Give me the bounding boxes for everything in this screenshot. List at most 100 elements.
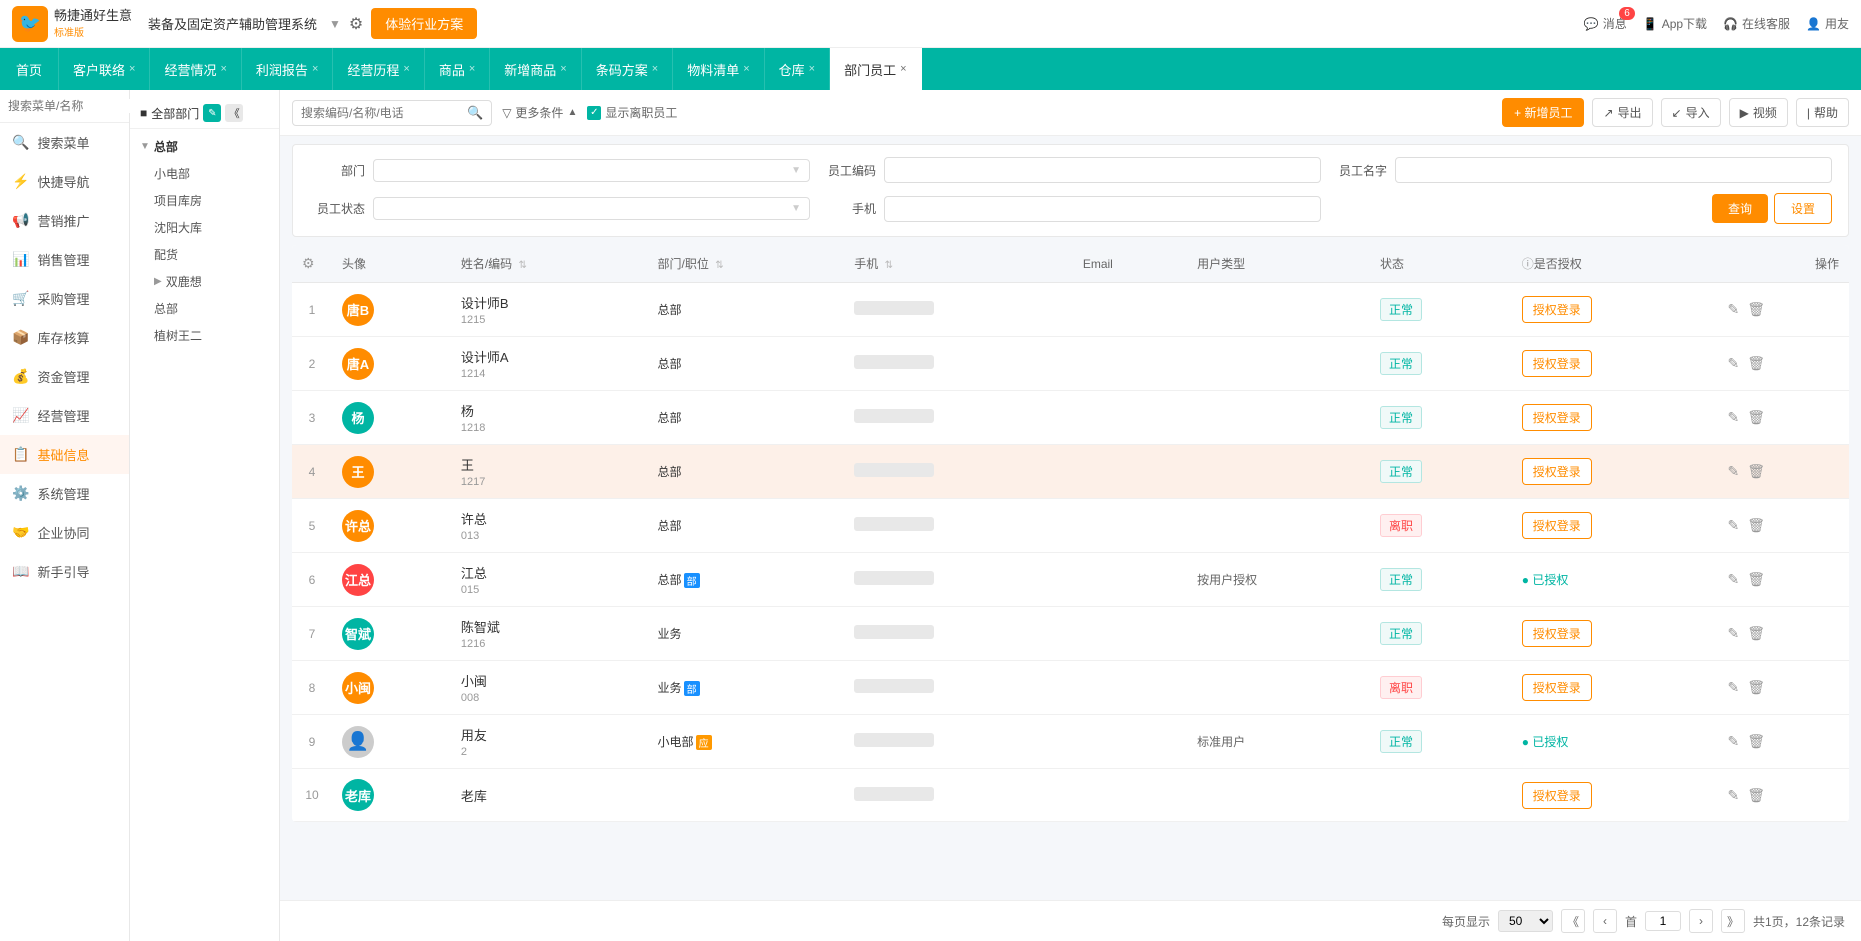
sort-dept-icon[interactable]: ⇅ [715, 260, 723, 271]
nav-item-barcode[interactable]: 条码方案 × [582, 48, 673, 90]
auth-login-button[interactable]: 授权登录 [1522, 404, 1592, 431]
user-button[interactable]: 👤 用友 [1806, 15, 1849, 32]
app-download-button[interactable]: 📱 App下载 [1643, 15, 1707, 32]
nav-item-warehouse[interactable]: 仓库 × [765, 48, 830, 90]
help-button[interactable]: | 帮助 [1796, 98, 1849, 127]
edit-icon[interactable]: ✎ [1727, 787, 1739, 804]
delete-icon[interactable]: 🗑 [1747, 625, 1765, 642]
edit-icon[interactable]: ✎ [1727, 679, 1739, 696]
sidebar-item-cooperation[interactable]: 🤝 企业协同 [0, 513, 129, 552]
service-button[interactable]: 🎧 在线客服 [1723, 15, 1790, 32]
auth-login-button[interactable]: 授权登录 [1522, 674, 1592, 701]
dept-edit-button[interactable]: ✎ [203, 104, 221, 122]
edit-icon[interactable]: ✎ [1727, 355, 1739, 372]
dept-node-headquarters[interactable]: ▼ 总部 [130, 133, 279, 160]
nav-close-barcode[interactable]: × [652, 63, 658, 75]
sidebar-item-business[interactable]: 📈 经营管理 [0, 396, 129, 435]
name-filter-input[interactable] [1395, 157, 1832, 183]
nav-close-operation[interactable]: × [220, 63, 226, 75]
delete-icon[interactable]: 🗑 [1747, 355, 1765, 372]
sidebar-item-marketing[interactable]: 📢 营销推广 [0, 201, 129, 240]
edit-icon[interactable]: ✎ [1727, 733, 1739, 750]
delete-icon[interactable]: 🗑 [1747, 301, 1765, 318]
sidebar-item-nav[interactable]: ⚡ 快捷导航 [0, 162, 129, 201]
delete-icon[interactable]: 🗑 [1747, 679, 1765, 696]
edit-icon[interactable]: ✎ [1727, 301, 1739, 318]
nav-item-history[interactable]: 经营历程 × [333, 48, 424, 90]
auth-login-button[interactable]: 授权登录 [1522, 782, 1592, 809]
delete-icon[interactable]: 🗑 [1747, 463, 1765, 480]
sidebar-item-finance[interactable]: 💰 资金管理 [0, 357, 129, 396]
prev-page-button[interactable]: ‹ [1593, 909, 1617, 933]
nav-item-staff[interactable]: 部门员工 × [830, 48, 921, 90]
view-button[interactable]: ▶ 视频 [1729, 98, 1788, 127]
sort-phone-icon[interactable]: ⇅ [885, 260, 893, 271]
edit-icon[interactable]: ✎ [1727, 517, 1739, 534]
delete-icon[interactable]: 🗑 [1747, 787, 1765, 804]
delete-icon[interactable]: 🗑 [1747, 571, 1765, 588]
sidebar-item-guide[interactable]: 📖 新手引导 [0, 552, 129, 591]
set-button[interactable]: 设置 [1774, 193, 1832, 224]
nav-close-bom[interactable]: × [743, 63, 749, 75]
import-button[interactable]: ↙ 导入 [1661, 98, 1721, 127]
nav-close-staff[interactable]: × [900, 63, 906, 75]
phone-filter-input[interactable] [884, 196, 1321, 222]
delete-icon[interactable]: 🗑 [1747, 733, 1765, 750]
search-input[interactable] [301, 106, 461, 120]
nav-item-profit[interactable]: 利润报告 × [242, 48, 333, 90]
first-page-button[interactable]: 《 [1561, 909, 1585, 933]
nav-close-profit[interactable]: × [312, 63, 318, 75]
sidebar-item-inventory[interactable]: 📦 库存核算 [0, 318, 129, 357]
nav-close-customer[interactable]: × [129, 63, 135, 75]
status-filter-select[interactable]: ▼ [373, 197, 810, 220]
sidebar-item-purchase[interactable]: 🛒 采购管理 [0, 279, 129, 318]
edit-icon[interactable]: ✎ [1727, 463, 1739, 480]
system-dropdown-arrow[interactable]: ▼ [329, 17, 341, 31]
code-filter-input[interactable] [884, 157, 1321, 183]
edit-icon[interactable]: ✎ [1727, 625, 1739, 642]
export-button[interactable]: ↗ 导出 [1592, 98, 1652, 127]
auth-login-button[interactable]: 授权登录 [1522, 350, 1592, 377]
dept-collapse-button[interactable]: 《 [225, 104, 243, 122]
page-number-input[interactable] [1645, 911, 1681, 931]
auth-login-button[interactable]: 授权登录 [1522, 458, 1592, 485]
dept-node-zongbu[interactable]: 总部 [130, 295, 279, 322]
dept-node-shuanglu[interactable]: ▶ 双鹿想 [130, 268, 279, 295]
nav-close-goods[interactable]: × [469, 63, 475, 75]
dept-node-project[interactable]: 项目库房 [130, 187, 279, 214]
trial-button[interactable]: 体验行业方案 [371, 8, 477, 39]
delete-icon[interactable]: 🗑 [1747, 409, 1765, 426]
nav-item-bom[interactable]: 物料清单 × [673, 48, 764, 90]
message-button[interactable]: 💬 消息 6 [1584, 15, 1627, 32]
show-resign-toggle[interactable]: ✓ 显示离职员工 [587, 104, 677, 121]
nav-item-goods[interactable]: 商品 × [425, 48, 490, 90]
per-page-select[interactable]: 50 100 200 [1498, 910, 1553, 932]
auth-login-button[interactable]: 授权登录 [1522, 620, 1592, 647]
col-settings-icon[interactable]: ⚙ [302, 255, 315, 271]
sort-name-icon[interactable]: ⇅ [519, 260, 527, 271]
sidebar-item-sales[interactable]: 📊 销售管理 [0, 240, 129, 279]
sidebar-item-system[interactable]: ⚙️ 系统管理 [0, 474, 129, 513]
settings-icon[interactable]: ⚙ [349, 14, 363, 34]
nav-item-addgoods[interactable]: 新增商品 × [490, 48, 581, 90]
nav-item-home[interactable]: 首页 [0, 48, 59, 90]
query-button[interactable]: 查询 [1712, 194, 1768, 223]
next-page-button[interactable]: › [1689, 909, 1713, 933]
last-page-button[interactable]: 》 [1721, 909, 1745, 933]
dept-node-zhishu[interactable]: 植树王二 [130, 322, 279, 349]
sidebar-item-basic[interactable]: 📋 基础信息 [0, 435, 129, 474]
dept-node-shenyang[interactable]: 沈阳大库 [130, 214, 279, 241]
delete-icon[interactable]: 🗑 [1747, 517, 1765, 534]
dept-node-delivery[interactable]: 配货 [130, 241, 279, 268]
nav-item-customer[interactable]: 客户联络 × [59, 48, 150, 90]
dept-node-xiaoelectronics[interactable]: 小电部 [130, 160, 279, 187]
nav-item-operation[interactable]: 经营情况 × [150, 48, 241, 90]
sidebar-item-search[interactable]: 🔍 搜索菜单 [0, 123, 129, 162]
edit-icon[interactable]: ✎ [1727, 571, 1739, 588]
add-employee-button[interactable]: + 新增员工 [1502, 98, 1584, 127]
auth-login-button[interactable]: 授权登录 [1522, 512, 1592, 539]
nav-close-warehouse[interactable]: × [809, 63, 815, 75]
dept-filter-select[interactable]: ▼ [373, 159, 810, 182]
nav-close-history[interactable]: × [403, 63, 409, 75]
auth-login-button[interactable]: 授权登录 [1522, 296, 1592, 323]
